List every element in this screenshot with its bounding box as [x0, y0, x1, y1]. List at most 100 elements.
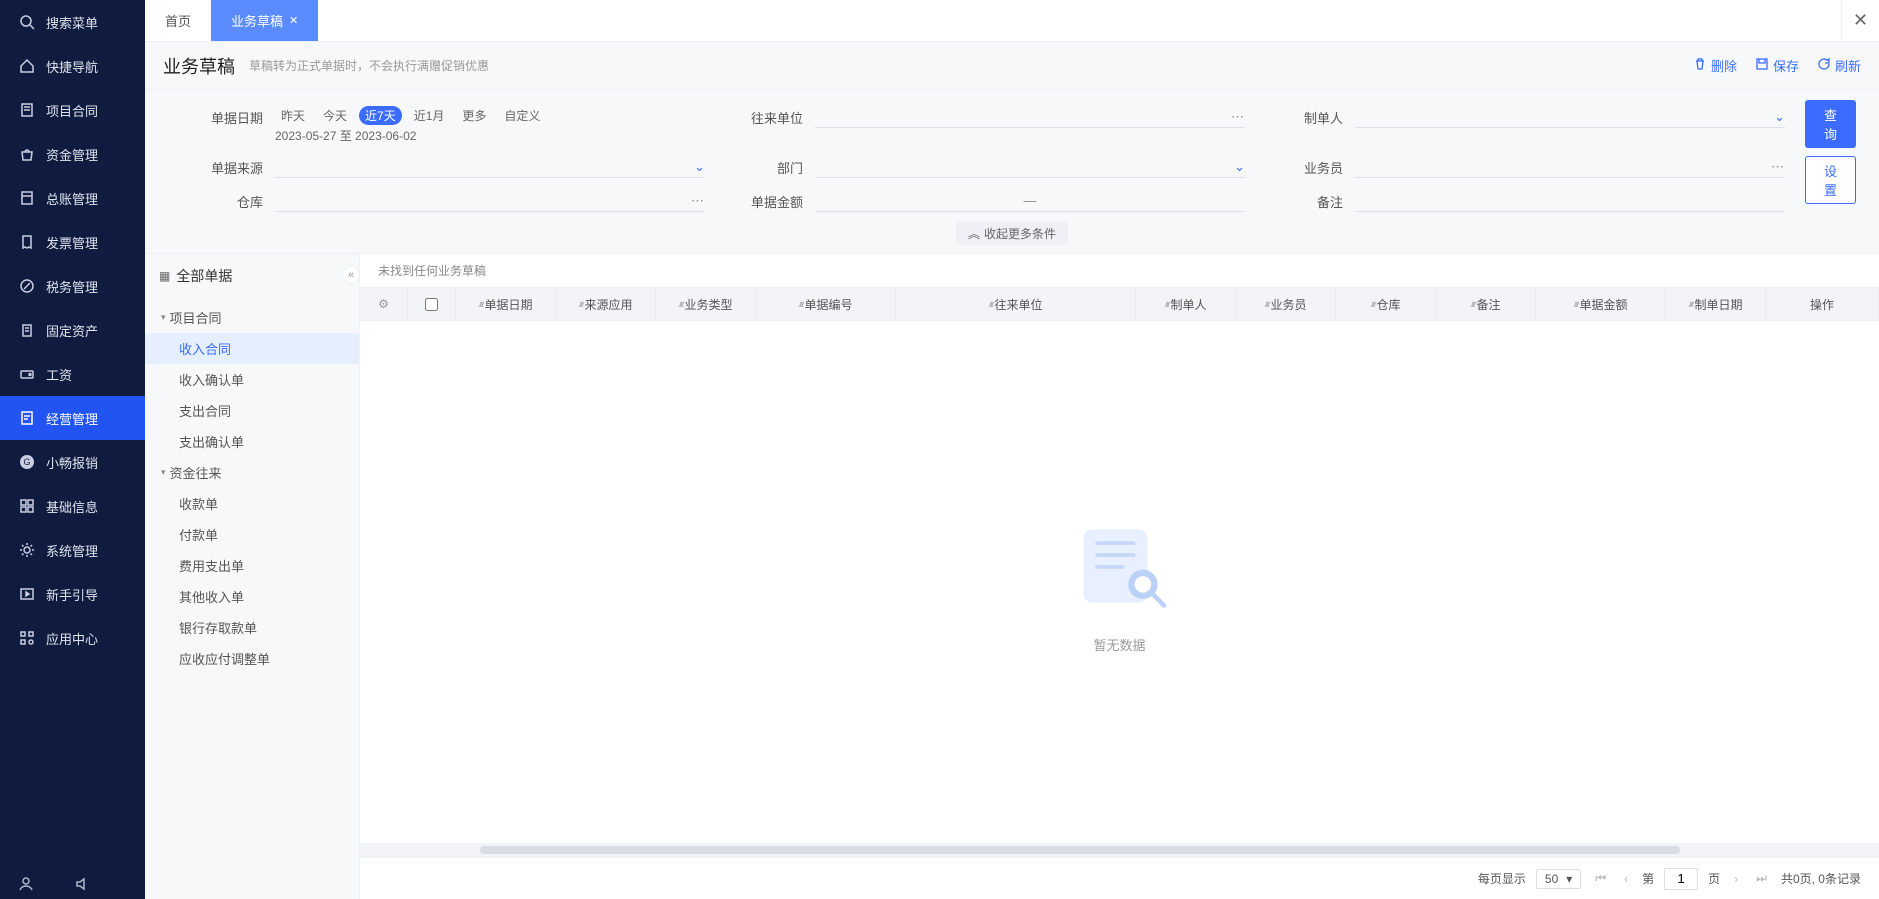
- maker-input[interactable]: ⌄: [1355, 106, 1785, 128]
- th-warehouse[interactable]: ▴▾仓库: [1336, 288, 1436, 320]
- home-icon: [18, 57, 36, 75]
- amount-input[interactable]: —: [815, 190, 1245, 212]
- chevron-down-icon[interactable]: ⌄: [1234, 159, 1245, 175]
- chevron-down-icon: ▾: [161, 467, 166, 478]
- th-biztype[interactable]: ▴▾业务类型: [656, 288, 756, 320]
- dept-input[interactable]: ⌄: [815, 156, 1245, 178]
- sidebar-item-invoice[interactable]: 发票管理: [0, 220, 145, 264]
- chip-yesterday[interactable]: 昨天: [275, 106, 311, 125]
- tab-home[interactable]: 首页: [145, 0, 211, 41]
- last-page-button[interactable]: ⏭: [1752, 871, 1771, 886]
- sidebar-item-tax[interactable]: 税务管理: [0, 264, 145, 308]
- refresh-label: 刷新: [1835, 56, 1861, 75]
- tree-leaf[interactable]: 付款单: [145, 519, 359, 550]
- sidebar-item-ledger[interactable]: 总账管理: [0, 176, 145, 220]
- th-remark[interactable]: ▴▾备注: [1436, 288, 1536, 320]
- sidebar-item-asset[interactable]: 固定资产: [0, 308, 145, 352]
- tree-leaf[interactable]: 支出合同: [145, 395, 359, 426]
- sound-icon[interactable]: [74, 876, 90, 895]
- th-salesman[interactable]: ▴▾业务员: [1236, 288, 1336, 320]
- chip-1month[interactable]: 近1月: [408, 106, 451, 125]
- tree-leaf[interactable]: 支出确认单: [145, 426, 359, 457]
- sidebar-item-fund[interactable]: 资金管理: [0, 132, 145, 176]
- th-amount[interactable]: ▴▾单据金额: [1536, 288, 1666, 320]
- sidebar-item-guide[interactable]: 新手引导: [0, 572, 145, 616]
- save-button[interactable]: 保存: [1755, 56, 1799, 75]
- col-label: 单据编号: [805, 296, 853, 313]
- tree-leaf[interactable]: 收入合同: [145, 333, 359, 364]
- more-icon[interactable]: ⋯: [691, 193, 705, 209]
- close-all-icon[interactable]: ✕: [1841, 0, 1879, 41]
- sidebar-item-nav[interactable]: 快捷导航: [0, 44, 145, 88]
- th-docdate[interactable]: ▴▾单据日期: [456, 288, 556, 320]
- sidebar-item-basic[interactable]: 基础信息: [0, 484, 145, 528]
- col-label: 仓库: [1377, 296, 1401, 313]
- sidebar-item-salary[interactable]: 工资: [0, 352, 145, 396]
- horizontal-scrollbar[interactable]: [360, 843, 1879, 857]
- tab-label: 业务草稿: [231, 11, 283, 30]
- sidebar-item-operation[interactable]: 经营管理: [0, 396, 145, 440]
- sidebar-item-apps[interactable]: 应用中心: [0, 616, 145, 660]
- filter-row: 单据日期 昨天 今天 近7天 近1月 更多 自定义 2023-05-27 至 2…: [175, 100, 1795, 150]
- query-button[interactable]: 查询: [1805, 100, 1856, 148]
- tree-leaf[interactable]: 收款单: [145, 488, 359, 519]
- sidebar-item-label: 基础信息: [46, 497, 98, 516]
- chip-more[interactable]: 更多: [456, 106, 492, 125]
- source-input[interactable]: ⌄: [275, 156, 705, 178]
- tree-leaf[interactable]: 应收应付调整单: [145, 643, 359, 674]
- sidebar-item-label: 项目合同: [46, 101, 98, 120]
- th-maker[interactable]: ▴▾制单人: [1136, 288, 1236, 320]
- remark-input[interactable]: [1355, 190, 1785, 212]
- collapse-left-icon[interactable]: «: [342, 266, 360, 284]
- delete-button[interactable]: 删除: [1693, 56, 1737, 75]
- th-sourceapp[interactable]: ▴▾来源应用: [556, 288, 656, 320]
- tree-leaf[interactable]: 银行存取款单: [145, 612, 359, 643]
- tree-leaf[interactable]: 收入确认单: [145, 364, 359, 395]
- tree-leaf[interactable]: 其他收入单: [145, 581, 359, 612]
- chip-7days[interactable]: 近7天: [359, 106, 402, 125]
- tree-group[interactable]: ▾资金往来: [145, 457, 359, 488]
- th-gear[interactable]: ⚙: [360, 288, 408, 320]
- refresh-button[interactable]: 刷新: [1817, 56, 1861, 75]
- page-input[interactable]: [1664, 868, 1698, 890]
- page-size-select[interactable]: 50 ▾: [1536, 869, 1581, 889]
- chevron-down-icon[interactable]: ⌄: [694, 159, 705, 175]
- sidebar-item-search[interactable]: 搜索菜单: [0, 0, 145, 44]
- first-page-button[interactable]: ⏮: [1591, 871, 1610, 886]
- main: 首页 业务草稿 ✕ ✕ 业务草稿 草稿转为正式单据时，不会执行满赠促销优惠 删除…: [145, 0, 1879, 899]
- more-icon[interactable]: ⋯: [1231, 109, 1245, 125]
- tree-leaf[interactable]: 费用支出单: [145, 550, 359, 581]
- user-icon[interactable]: [18, 876, 34, 895]
- play-icon: [18, 585, 36, 603]
- scroll-thumb[interactable]: [480, 846, 1680, 854]
- chip-custom[interactable]: 自定义: [498, 106, 546, 125]
- more-icon[interactable]: ⋯: [1771, 159, 1785, 175]
- th-makedate[interactable]: ▴▾制单日期: [1666, 288, 1766, 320]
- table-header: ⚙ ▴▾单据日期 ▴▾来源应用 ▴▾业务类型 ▴▾单据编号 ▴▾往来单位 ▴▾制…: [360, 287, 1879, 321]
- result-hint: 未找到任何业务草稿: [360, 254, 1879, 287]
- sidebar-item-label: 发票管理: [46, 233, 98, 252]
- salesman-input[interactable]: ⋯: [1355, 156, 1785, 178]
- close-icon[interactable]: ✕: [289, 14, 298, 27]
- chevron-down-icon[interactable]: ⌄: [1774, 109, 1785, 125]
- tree-group[interactable]: ▾项目合同: [145, 302, 359, 333]
- header-actions: 删除 保存 刷新: [1693, 56, 1861, 75]
- chip-today[interactable]: 今天: [317, 106, 353, 125]
- sidebar-item-expense[interactable]: G 小畅报销: [0, 440, 145, 484]
- next-page-button[interactable]: ›: [1730, 872, 1742, 886]
- select-all-checkbox[interactable]: [425, 298, 438, 311]
- sidebar-item-system[interactable]: 系统管理: [0, 528, 145, 572]
- th-counterparty[interactable]: ▴▾往来单位: [896, 288, 1136, 320]
- settings-button[interactable]: 设置: [1805, 156, 1856, 204]
- counterparty-input[interactable]: ⋯: [815, 106, 1245, 128]
- prev-page-button[interactable]: ‹: [1620, 872, 1632, 886]
- th-checkbox[interactable]: [408, 288, 456, 320]
- collapse-label: 收起更多条件: [984, 225, 1056, 242]
- amount-placeholder: —: [815, 193, 1245, 208]
- sidebar-item-contract[interactable]: 项目合同: [0, 88, 145, 132]
- warehouse-input[interactable]: ⋯: [275, 190, 705, 212]
- col-label: 单据金额: [1580, 296, 1628, 313]
- tab-draft[interactable]: 业务草稿 ✕: [211, 0, 318, 41]
- th-docno[interactable]: ▴▾单据编号: [756, 288, 896, 320]
- collapse-button[interactable]: ︽ 收起更多条件: [956, 222, 1068, 245]
